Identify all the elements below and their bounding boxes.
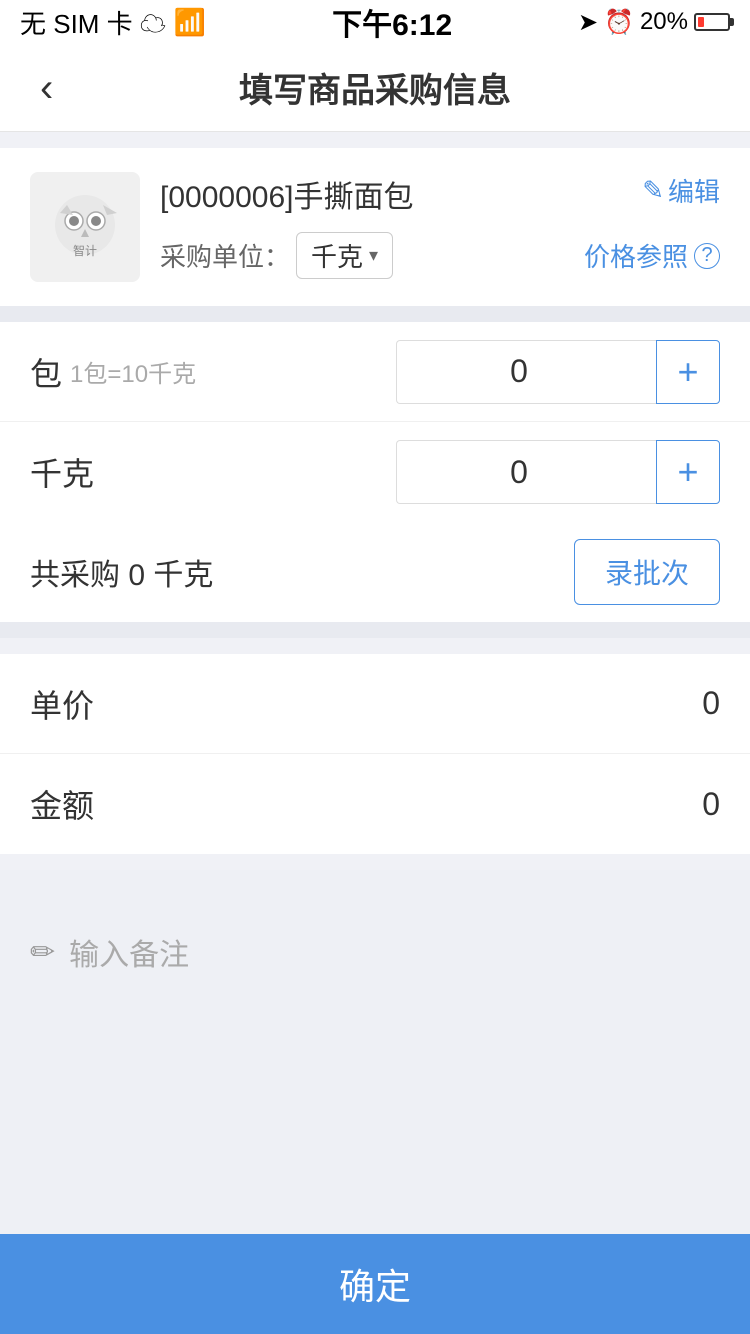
product-info: [0000006]手撕面包 ✎ 编辑 采购单位： 千克 ▾ 价格参照 ? <box>160 172 720 279</box>
nav-bar: ‹ 填写商品采购信息 <box>0 44 750 132</box>
product-image: 智计 <box>30 172 140 282</box>
bao-plus-button[interactable]: + <box>656 340 720 404</box>
page-title: 填写商品采购信息 <box>239 63 511 112</box>
summary-prefix: 共采购 <box>30 559 120 592</box>
amount-row: 金额 0 <box>0 754 750 854</box>
price-ref-label: 价格参照 <box>584 237 688 274</box>
bao-sublabel: 1包=10千克 <box>70 354 196 389</box>
summary-row: 共采购 0 千克 录批次 <box>0 522 750 622</box>
pencil-icon: ✏ <box>30 935 55 970</box>
price-reference-button[interactable]: 价格参照 ? <box>584 237 720 274</box>
status-bar: 无 SIM 卡 ☁ 📶 下午6:12 ➤ ⏰ 20% <box>0 0 750 44</box>
separator-1 <box>0 306 750 322</box>
status-left: 无 SIM 卡 ☁ 📶 <box>20 4 206 41</box>
sim-status: 无 SIM 卡 ☁ <box>20 4 166 41</box>
kg-label: 千克 <box>30 449 94 495</box>
content-spacer <box>0 1034 750 1234</box>
price-section: 单价 0 金额 0 <box>0 654 750 854</box>
kg-quantity-input[interactable] <box>396 440 656 504</box>
svg-text:智计: 智计 <box>73 243 97 258</box>
product-logo-svg: 智计 <box>45 187 125 267</box>
quantity-input-section: 包 1包=10千克 + 千克 + <box>0 322 750 522</box>
status-time: 下午6:12 <box>332 0 452 44</box>
back-button[interactable]: ‹ <box>30 58 63 118</box>
amount-label: 金额 <box>30 781 94 827</box>
alarm-icon: ⏰ <box>604 8 634 37</box>
product-card: 智计 [0000006]手撕面包 ✎ 编辑 采购单位： 千克 ▾ 价格参照 ? <box>0 148 750 306</box>
unit-value: 千克 <box>311 237 363 274</box>
unit-select[interactable]: 千克 ▾ <box>296 232 393 279</box>
status-right: ➤ ⏰ 20% <box>578 8 730 37</box>
kg-input-right: + <box>396 440 720 504</box>
unit-price-value: 0 <box>702 685 720 722</box>
battery-indicator <box>694 13 730 31</box>
bao-quantity-input[interactable] <box>396 340 656 404</box>
bao-input-row: 包 1包=10千克 + <box>0 322 750 422</box>
battery-percent: 20% <box>640 8 688 36</box>
product-name: [0000006]手撕面包 <box>160 172 622 216</box>
summary-unit: 千克 <box>153 559 213 592</box>
chevron-down-icon: ▾ <box>369 245 378 266</box>
kg-plus-button[interactable]: + <box>656 440 720 504</box>
bao-label: 包 <box>30 349 62 395</box>
unit-label: 采购单位： <box>160 237 290 274</box>
info-icon: ? <box>694 243 720 269</box>
edit-icon: ✎ <box>642 175 664 206</box>
note-section[interactable]: ✏ 输入备注 <box>0 870 750 1034</box>
unit-price-row: 单价 0 <box>0 654 750 754</box>
separator-2 <box>0 622 750 638</box>
confirm-button[interactable]: 确定 <box>0 1234 750 1334</box>
location-icon: ➤ <box>578 8 598 37</box>
batch-button[interactable]: 录批次 <box>574 539 720 605</box>
summary-quantity: 0 <box>128 559 153 592</box>
kg-input-row: 千克 + <box>0 422 750 522</box>
edit-button[interactable]: ✎ 编辑 <box>642 172 720 209</box>
summary-text: 共采购 0 千克 <box>30 550 213 594</box>
unit-price-label: 单价 <box>30 681 94 727</box>
bao-input-right: + <box>396 340 720 404</box>
amount-value: 0 <box>702 786 720 823</box>
wifi-icon: 📶 <box>174 7 206 38</box>
note-input-placeholder: 输入备注 <box>69 930 189 974</box>
